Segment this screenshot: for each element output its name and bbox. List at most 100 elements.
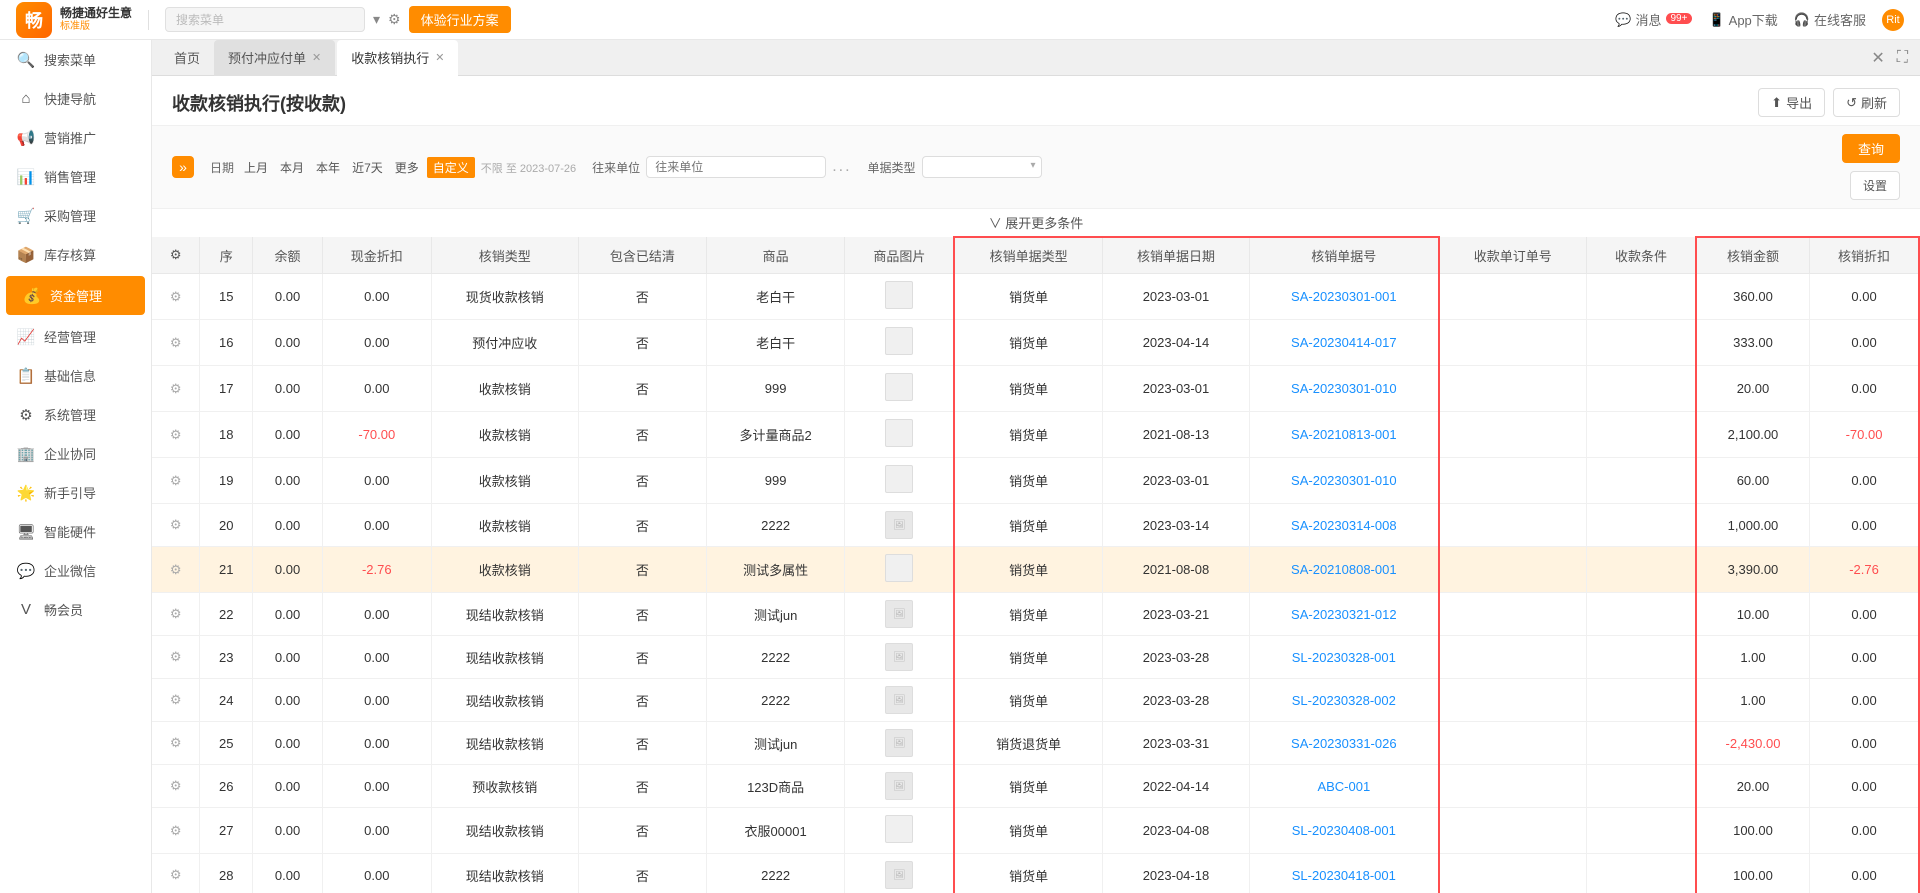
- data-table-wrap: ⚙序余额现金折扣核销类型包含已结清商品商品图片核销单据类型核销单据日期核销单据号…: [152, 236, 1920, 893]
- td-writeoff_type: 现结收款核销: [431, 722, 578, 765]
- bill-no-link[interactable]: SL-20230328-002: [1292, 693, 1396, 708]
- td-bill_type: 销货单: [954, 593, 1102, 636]
- row-settings-icon[interactable]: ⚙: [170, 649, 182, 664]
- bill-no-link[interactable]: ABC-001: [1317, 779, 1370, 794]
- bill-no-link[interactable]: SA-20210808-001: [1291, 562, 1397, 577]
- row-settings-icon[interactable]: ⚙: [170, 735, 182, 750]
- sidebar-item-purchase[interactable]: 🛒采购管理: [0, 196, 151, 235]
- td-bill_no[interactable]: SA-20230301-010: [1250, 458, 1439, 504]
- td-bill_no[interactable]: SL-20230328-001: [1250, 636, 1439, 679]
- voucher-type-select[interactable]: [922, 156, 1042, 178]
- from-unit-input[interactable]: [646, 156, 826, 178]
- bill-no-link[interactable]: SA-20230301-001: [1291, 289, 1397, 304]
- bill-no-link[interactable]: SA-20230331-026: [1291, 736, 1397, 751]
- td-bill_no[interactable]: SA-20230321-012: [1250, 593, 1439, 636]
- tab-close-prepay[interactable]: ✕: [312, 51, 321, 64]
- sidebar-item-enterprise[interactable]: 🏢企业协同: [0, 434, 151, 473]
- sidebar-item-search[interactable]: 🔍搜索菜单: [0, 40, 151, 79]
- date-more[interactable]: 更多: [391, 157, 423, 178]
- sidebar-item-inventory[interactable]: 📦库存核算: [0, 235, 151, 274]
- sidebar-item-hardware[interactable]: 🖥智能硬件: [0, 512, 151, 551]
- tab-close-writeoff[interactable]: ✕: [435, 51, 444, 64]
- sidebar-item-operation[interactable]: 📈经营管理: [0, 317, 151, 356]
- online-service[interactable]: 🎧 在线客服: [1794, 10, 1866, 29]
- sidebar-item-finance[interactable]: 💰资金管理: [6, 276, 145, 315]
- row-settings-icon[interactable]: ⚙: [170, 823, 182, 838]
- tab-home[interactable]: 首页: [160, 40, 214, 76]
- sidebar-item-system[interactable]: ⚙系统管理: [0, 395, 151, 434]
- refresh-button[interactable]: ↺ 刷新: [1833, 88, 1900, 117]
- th-receipt_order: 收款单订单号: [1439, 237, 1587, 274]
- td-included: 否: [578, 765, 706, 808]
- td-seq: 22: [200, 593, 253, 636]
- row-settings-icon[interactable]: ⚙: [170, 289, 182, 304]
- row-settings-icon[interactable]: ⚙: [170, 427, 182, 442]
- sidebar-item-member[interactable]: V畅会员: [0, 590, 151, 629]
- date-this-year[interactable]: 本年: [312, 157, 344, 178]
- goods-image: 🖼: [885, 643, 913, 671]
- sidebar-label-sales: 销售管理: [44, 167, 96, 186]
- app-download[interactable]: 📱 App下载: [1708, 10, 1777, 29]
- tab-writeoff[interactable]: 收款核销执行✕: [337, 40, 458, 76]
- td-bill_type: 销货单: [954, 636, 1102, 679]
- expand-more-bar[interactable]: ∨ 展开更多条件: [152, 213, 1920, 232]
- export-button[interactable]: ⬆ 导出: [1758, 88, 1825, 117]
- row-settings-icon[interactable]: ⚙: [170, 381, 182, 396]
- solution-button[interactable]: 体验行业方案: [409, 6, 511, 33]
- notification-area[interactable]: 💬 消息 99+: [1615, 10, 1692, 29]
- td-goods_img: 🖼: [845, 504, 954, 547]
- bill-no-link[interactable]: SA-20230301-010: [1291, 473, 1397, 488]
- td-bill_no[interactable]: SA-20230414-017: [1250, 320, 1439, 366]
- bill-no-link[interactable]: SA-20230414-017: [1291, 335, 1397, 350]
- date-this-month[interactable]: 本月: [276, 157, 308, 178]
- td-bill_no[interactable]: SL-20230328-002: [1250, 679, 1439, 722]
- row-settings-icon[interactable]: ⚙: [170, 335, 182, 350]
- sidebar-label-member: 畅会员: [44, 600, 83, 619]
- search-dropdown-icon[interactable]: ▾: [373, 11, 380, 28]
- td-settings: ⚙: [152, 679, 200, 722]
- sidebar-item-sales[interactable]: 📊销售管理: [0, 157, 151, 196]
- td-bill_no[interactable]: SA-20230301-010: [1250, 366, 1439, 412]
- row-settings-icon[interactable]: ⚙: [170, 778, 182, 793]
- goods-image: 🖼: [885, 511, 913, 539]
- settings-button[interactable]: 设置: [1850, 171, 1900, 200]
- sidebar-item-quicknav[interactable]: ⌂快捷导航: [0, 79, 151, 118]
- td-bill_date: 2023-03-01: [1102, 366, 1249, 412]
- bill-no-link[interactable]: SL-20230408-001: [1292, 823, 1396, 838]
- row-settings-icon[interactable]: ⚙: [170, 562, 182, 577]
- tab-prepay[interactable]: 预付冲应付单✕: [214, 40, 335, 76]
- sidebar-icon-system: ⚙: [16, 406, 36, 424]
- bill-no-link[interactable]: SA-20230314-008: [1291, 518, 1397, 533]
- bill-no-link[interactable]: SA-20210813-001: [1291, 427, 1397, 442]
- bill-no-link[interactable]: SL-20230328-001: [1292, 650, 1396, 665]
- td-bill_no[interactable]: SA-20230331-026: [1250, 722, 1439, 765]
- sidebar-item-guide[interactable]: 🌟新手引导: [0, 473, 151, 512]
- sidebar-item-basic[interactable]: 📋基础信息: [0, 356, 151, 395]
- td-bill_no[interactable]: SA-20210808-001: [1250, 547, 1439, 593]
- td-bill_no[interactable]: SA-20210813-001: [1250, 412, 1439, 458]
- date-last-month[interactable]: 上月: [240, 157, 272, 178]
- bill-no-link[interactable]: SA-20230301-010: [1291, 381, 1397, 396]
- date-7days[interactable]: 近7天: [348, 157, 387, 178]
- user-info[interactable]: Rit: [1882, 9, 1904, 31]
- td-bill_no[interactable]: ABC-001: [1250, 765, 1439, 808]
- td-bill_no[interactable]: SA-20230301-001: [1250, 274, 1439, 320]
- settings-icon[interactable]: ⚙: [388, 11, 401, 28]
- sidebar-item-marketing[interactable]: 📢营销推广: [0, 118, 151, 157]
- row-settings-icon[interactable]: ⚙: [170, 606, 182, 621]
- close-window-button[interactable]: ✕: [1867, 46, 1888, 70]
- bill-no-link[interactable]: SL-20230418-001: [1292, 868, 1396, 883]
- td-bill_no[interactable]: SL-20230418-001: [1250, 854, 1439, 893]
- row-settings-icon[interactable]: ⚙: [170, 867, 182, 882]
- bill-no-link[interactable]: SA-20230321-012: [1291, 607, 1397, 622]
- maximize-button[interactable]: ⛶: [1893, 46, 1912, 70]
- td-bill_no[interactable]: SA-20230314-008: [1250, 504, 1439, 547]
- row-settings-icon[interactable]: ⚙: [170, 692, 182, 707]
- date-custom[interactable]: 自定义: [427, 157, 475, 178]
- filter-expand-button[interactable]: »: [172, 156, 194, 178]
- row-settings-icon[interactable]: ⚙: [170, 517, 182, 532]
- sidebar-item-wechat[interactable]: 💬企业微信: [0, 551, 151, 590]
- query-button[interactable]: 查询: [1842, 134, 1900, 163]
- row-settings-icon[interactable]: ⚙: [170, 473, 182, 488]
- td-bill_no[interactable]: SL-20230408-001: [1250, 808, 1439, 854]
